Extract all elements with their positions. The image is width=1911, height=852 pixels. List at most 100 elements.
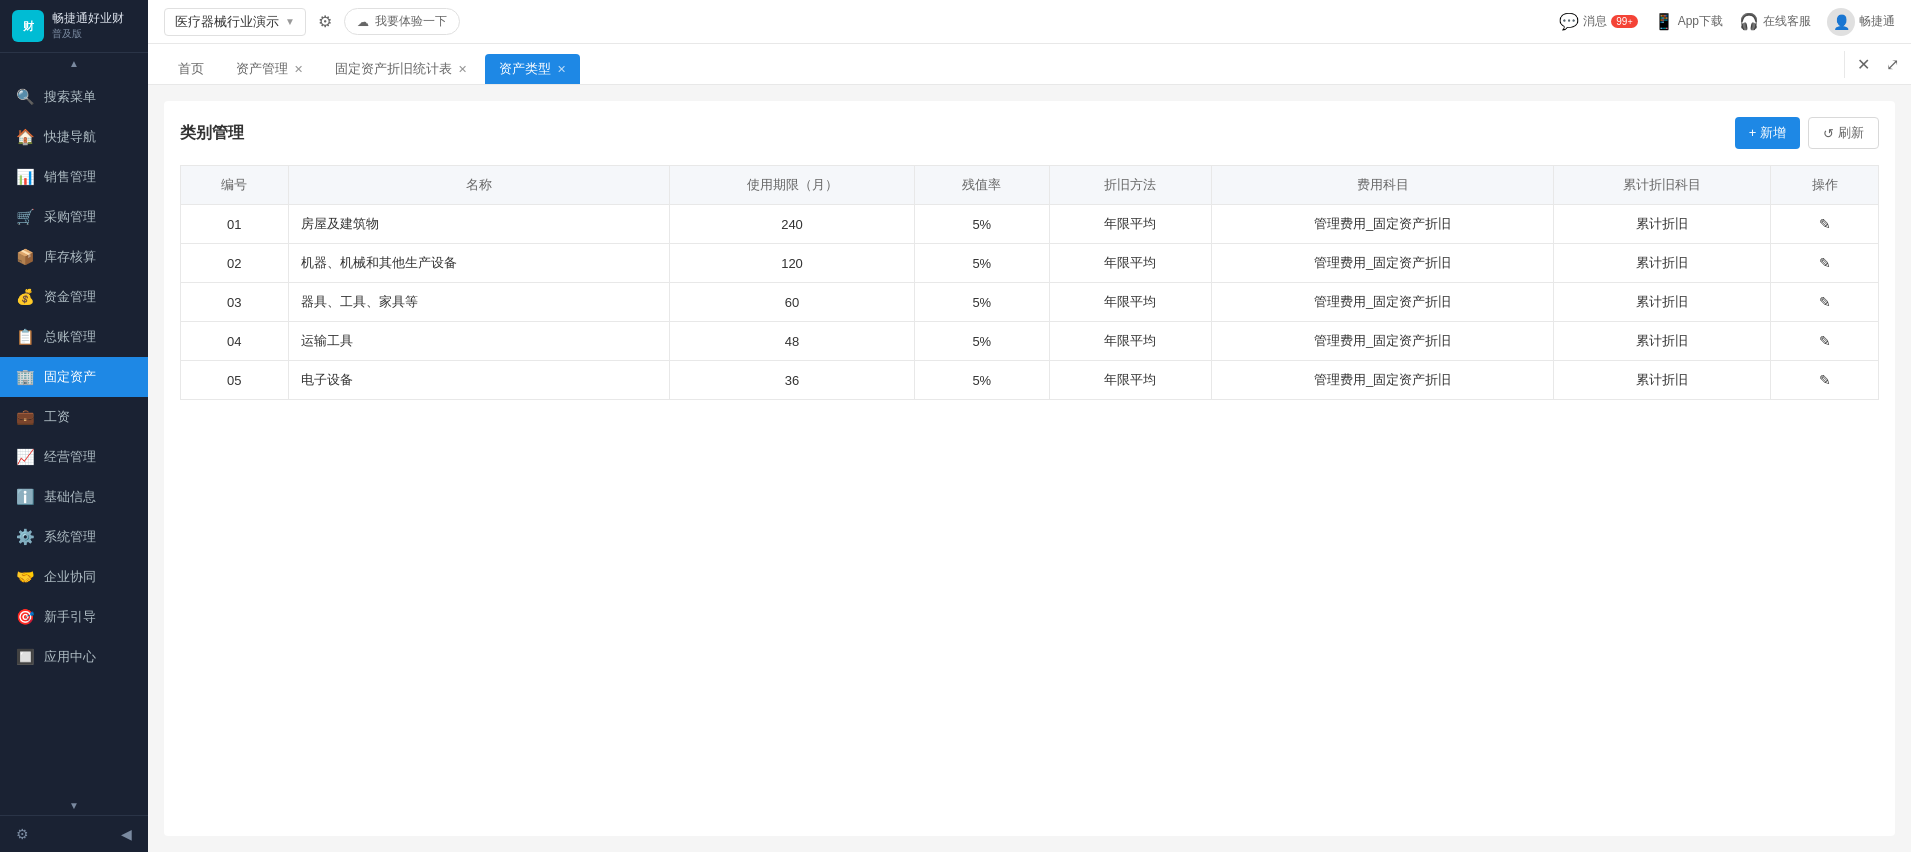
header-right: 💬 消息 99+ 📱 App下载 🎧 在线客服 👤 畅捷通	[1559, 8, 1895, 36]
cell-period: 36	[670, 361, 915, 400]
tab-depreciation-table[interactable]: 固定资产折旧统计表✕	[321, 54, 481, 84]
cell-expense[interactable]: 管理费用_固定资产折旧	[1212, 283, 1554, 322]
sidebar-icon-capital: 💰	[16, 288, 34, 306]
table-col-累计折旧科目: 累计折旧科目	[1554, 166, 1771, 205]
cell-accumulated[interactable]: 累计折旧	[1554, 205, 1771, 244]
settings-footer-icon[interactable]: ⚙	[16, 826, 29, 842]
cell-expense[interactable]: 管理费用_固定资产折旧	[1212, 205, 1554, 244]
logo-sub: 普及版	[52, 27, 124, 41]
sidebar-scroll-up[interactable]: ▲	[0, 53, 148, 73]
sidebar-scroll-down[interactable]: ▼	[0, 795, 148, 815]
page-title: 类别管理	[180, 123, 244, 144]
dropdown-arrow-icon: ▼	[285, 16, 295, 27]
tab-close-asset-type[interactable]: ✕	[557, 63, 566, 76]
sidebar-item-fixed-assets[interactable]: 🏢 固定资产	[0, 357, 148, 397]
sidebar-item-business[interactable]: 📈 经营管理	[0, 437, 148, 477]
table-col-使用期限（月）: 使用期限（月）	[670, 166, 915, 205]
table-col-编号: 编号	[181, 166, 289, 205]
sidebar-item-search[interactable]: 🔍 搜索菜单	[0, 77, 148, 117]
experience-button[interactable]: ☁ 我要体验一下	[344, 8, 460, 35]
sidebar-item-inventory[interactable]: 📦 库存核算	[0, 237, 148, 277]
cell-action[interactable]: ✎	[1771, 205, 1879, 244]
sidebar-label-purchase: 采购管理	[44, 208, 96, 226]
new-button[interactable]: + 新增	[1735, 117, 1800, 149]
tab-home[interactable]: 首页	[164, 54, 218, 84]
sidebar-item-system[interactable]: ⚙️ 系统管理	[0, 517, 148, 557]
table-col-名称: 名称	[288, 166, 670, 205]
sidebar-item-purchase[interactable]: 🛒 采购管理	[0, 197, 148, 237]
table-header-row: 编号名称使用期限（月）残值率折旧方法费用科目累计折旧科目操作	[181, 166, 1879, 205]
cell-id[interactable]: 05	[181, 361, 289, 400]
sidebar-icon-quick-nav: 🏠	[16, 128, 34, 146]
sidebar-icon-search: 🔍	[16, 88, 34, 106]
sidebar-item-sales[interactable]: 📊 销售管理	[0, 157, 148, 197]
cell-accumulated[interactable]: 累计折旧	[1554, 361, 1771, 400]
page-actions: + 新增 ↺ 刷新	[1735, 117, 1879, 149]
sidebar-item-quick-nav[interactable]: 🏠 快捷导航	[0, 117, 148, 157]
tab-bar: 首页资产管理✕固定资产折旧统计表✕资产类型✕	[148, 44, 1844, 84]
cell-id[interactable]: 03	[181, 283, 289, 322]
cell-period: 60	[670, 283, 915, 322]
close-window-button[interactable]: ✕	[1853, 51, 1874, 78]
sidebar-icon-inventory: 📦	[16, 248, 34, 266]
top-header: 医疗器械行业演示 ▼ ⚙ ☁ 我要体验一下 💬 消息 99+ 📱 App下载 🎧…	[148, 0, 1911, 44]
cell-expense[interactable]: 管理费用_固定资产折旧	[1212, 244, 1554, 283]
refresh-icon: ↺	[1823, 126, 1834, 141]
tab-close-depreciation-table[interactable]: ✕	[458, 63, 467, 76]
sidebar-item-enterprise[interactable]: 🤝 企业协同	[0, 557, 148, 597]
cell-action[interactable]: ✎	[1771, 244, 1879, 283]
refresh-button[interactable]: ↺ 刷新	[1808, 117, 1879, 149]
tab-asset-type[interactable]: 资产类型✕	[485, 54, 580, 84]
online-service-action[interactable]: 🎧 在线客服	[1739, 12, 1811, 31]
sidebar-icon-salary: 💼	[16, 408, 34, 426]
message-label: 消息	[1583, 13, 1607, 30]
cell-accumulated[interactable]: 累计折旧	[1554, 322, 1771, 361]
tab-label-asset-management: 资产管理	[236, 60, 288, 78]
sidebar-label-app-center: 应用中心	[44, 648, 96, 666]
app-download-label: App下载	[1678, 13, 1723, 30]
cell-method: 年限平均	[1049, 361, 1211, 400]
sidebar-label-system: 系统管理	[44, 528, 96, 546]
maximize-window-button[interactable]: ⤢	[1882, 51, 1903, 78]
tab-label-home: 首页	[178, 60, 204, 78]
app-download-action[interactable]: 📱 App下载	[1654, 12, 1723, 31]
cell-action[interactable]: ✎	[1771, 322, 1879, 361]
cell-action[interactable]: ✎	[1771, 283, 1879, 322]
cell-expense[interactable]: 管理费用_固定资产折旧	[1212, 322, 1554, 361]
user-action[interactable]: 👤 畅捷通	[1827, 8, 1895, 36]
company-selector[interactable]: 医疗器械行业演示 ▼	[164, 8, 306, 36]
table-row: 01房屋及建筑物2405%年限平均管理费用_固定资产折旧累计折旧✎	[181, 205, 1879, 244]
table-row: 03器具、工具、家具等605%年限平均管理费用_固定资产折旧累计折旧✎	[181, 283, 1879, 322]
service-icon: 🎧	[1739, 12, 1759, 31]
data-table: 编号名称使用期限（月）残值率折旧方法费用科目累计折旧科目操作 01房屋及建筑物2…	[180, 165, 1879, 400]
header-left: 医疗器械行业演示 ▼ ⚙ ☁ 我要体验一下	[164, 8, 1547, 36]
cell-id[interactable]: 04	[181, 322, 289, 361]
cell-accumulated[interactable]: 累计折旧	[1554, 283, 1771, 322]
sidebar-item-capital[interactable]: 💰 资金管理	[0, 277, 148, 317]
message-action[interactable]: 💬 消息 99+	[1559, 12, 1637, 31]
table-col-折旧方法: 折旧方法	[1049, 166, 1211, 205]
cell-name: 房屋及建筑物	[288, 205, 670, 244]
cell-id[interactable]: 01	[181, 205, 289, 244]
sidebar-label-fixed-assets: 固定资产	[44, 368, 96, 386]
cell-accumulated[interactable]: 累计折旧	[1554, 244, 1771, 283]
tab-asset-management[interactable]: 资产管理 ✕	[222, 54, 317, 84]
header-settings-icon[interactable]: ⚙	[314, 8, 336, 35]
collapse-icon[interactable]: ◀	[121, 826, 132, 842]
cell-period: 120	[670, 244, 915, 283]
sidebar-item-ledger[interactable]: 📋 总账管理	[0, 317, 148, 357]
sidebar-footer: ⚙ ◀	[0, 815, 148, 852]
sidebar-label-guide: 新手引导	[44, 608, 96, 626]
sidebar-item-basic-info[interactable]: ℹ️ 基础信息	[0, 477, 148, 517]
sidebar-icon-sales: 📊	[16, 168, 34, 186]
sidebar-item-guide[interactable]: 🎯 新手引导	[0, 597, 148, 637]
sidebar-item-app-center[interactable]: 🔲 应用中心	[0, 637, 148, 677]
cell-action[interactable]: ✎	[1771, 361, 1879, 400]
sidebar-item-salary[interactable]: 💼 工资	[0, 397, 148, 437]
tab-close-asset-management[interactable]: ✕	[294, 63, 303, 76]
sidebar: 财 畅捷通好业财 普及版 ▲ 🔍 搜索菜单 🏠 快捷导航 📊 销售管理 🛒 采购…	[0, 0, 148, 852]
sidebar-icon-fixed-assets: 🏢	[16, 368, 34, 386]
badge-plus: +	[1627, 17, 1632, 27]
cell-id[interactable]: 02	[181, 244, 289, 283]
cell-expense[interactable]: 管理费用_固定资产折旧	[1212, 361, 1554, 400]
